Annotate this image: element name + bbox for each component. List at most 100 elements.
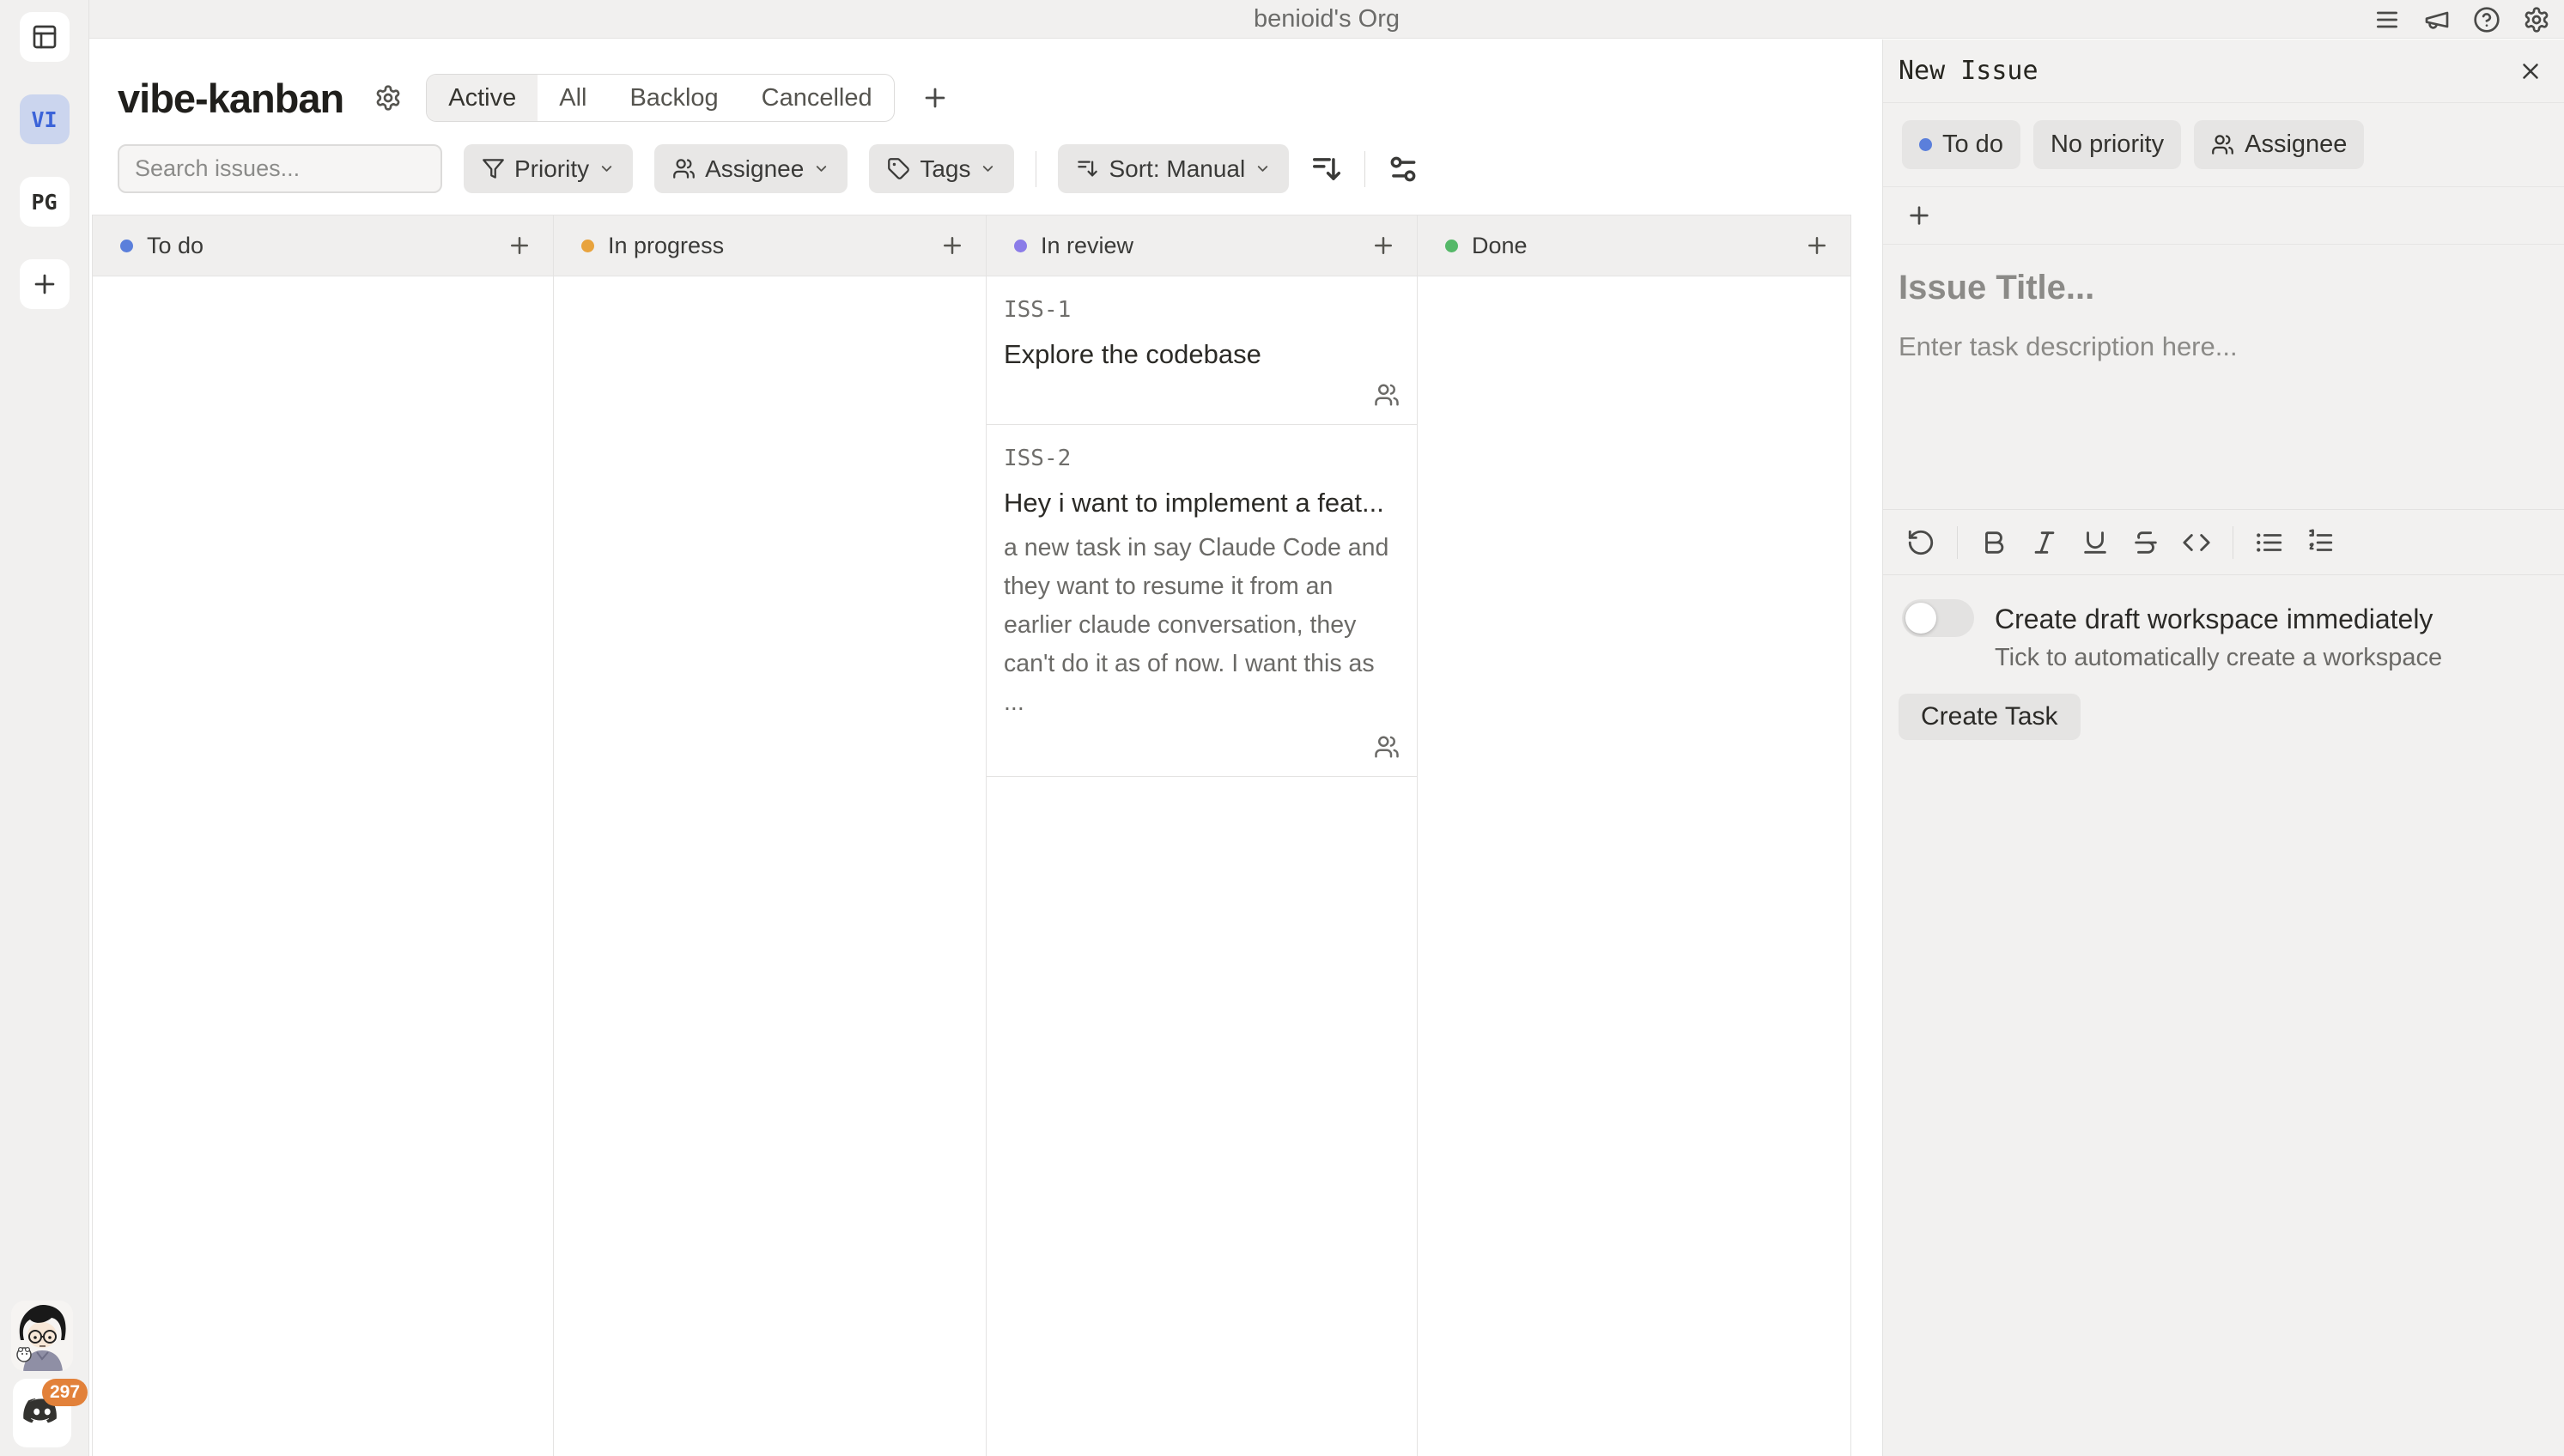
- layout-panel-icon[interactable]: [20, 12, 70, 62]
- status-chip-label: To do: [1942, 130, 2003, 159]
- italic-icon[interactable]: [2030, 528, 2059, 557]
- toggle-help-text: Tick to automatically create a workspace: [1995, 644, 2442, 672]
- code-icon[interactable]: [2182, 528, 2211, 557]
- status-dot: [1919, 138, 1932, 151]
- column-name: In review: [1041, 233, 1133, 259]
- add-card-button[interactable]: [1804, 233, 1830, 258]
- status-chip[interactable]: To do: [1902, 120, 2020, 169]
- column-header: Done: [1418, 215, 1850, 276]
- chevron-down-icon: [1255, 161, 1271, 177]
- sidebar-add-workspace-button[interactable]: [20, 259, 70, 309]
- sort-descending-icon[interactable]: [1310, 153, 1343, 185]
- sidebar-workspace-pg[interactable]: PG: [20, 177, 70, 227]
- underline-icon[interactable]: [2081, 528, 2110, 557]
- issue-title: Explore the codebase: [1004, 339, 1400, 370]
- bold-icon[interactable]: [1979, 528, 2008, 557]
- column-in-progress: In progress: [554, 215, 987, 1456]
- assignee-chip-label: Assignee: [2245, 130, 2347, 159]
- user-avatar[interactable]: [11, 1301, 73, 1371]
- sort-label: Sort: Manual: [1109, 155, 1245, 183]
- editor-toolbar: [1883, 509, 2564, 575]
- settings-gear-icon[interactable]: [2523, 6, 2550, 33]
- issue-card-iss-2[interactable]: ISS-2 Hey i want to implement a feat... …: [987, 425, 1417, 777]
- tab-cancelled[interactable]: Cancelled: [740, 75, 894, 121]
- assignees-users-icon[interactable]: [1374, 382, 1400, 408]
- tags-filter-label: Tags: [920, 155, 970, 183]
- numbered-list-icon[interactable]: [2306, 528, 2335, 557]
- megaphone-icon[interactable]: [2423, 6, 2451, 33]
- column-body: [93, 276, 553, 1456]
- org-title: benioid's Org: [89, 0, 2564, 39]
- undo-icon[interactable]: [1906, 528, 1935, 557]
- add-card-button[interactable]: [507, 233, 532, 258]
- issue-id: ISS-1: [1004, 297, 1400, 323]
- priority-chip[interactable]: No priority: [2033, 120, 2181, 169]
- app-root: benioid's Org VI PG: [0, 0, 2564, 1456]
- chevron-down-icon: [980, 161, 996, 177]
- sidebar: VI PG: [0, 0, 89, 1456]
- sort-lines-icon: [1076, 157, 1099, 180]
- filter-toolbar: Priority Assignee Tags: [118, 144, 1882, 193]
- toggle-label: Create draft workspace immediately: [1995, 604, 2433, 635]
- issue-property-chips: To do No priority Assignee: [1883, 103, 2564, 187]
- menu-icon[interactable]: [2373, 6, 2401, 33]
- create-task-button[interactable]: Create Task: [1899, 694, 2081, 740]
- chevron-down-icon: [813, 161, 829, 177]
- assignee-filter-button[interactable]: Assignee: [654, 144, 848, 193]
- toggle-knob: [1905, 603, 1936, 634]
- topbar: benioid's Org: [89, 0, 2564, 39]
- close-icon[interactable]: [2518, 58, 2543, 84]
- tag-icon: [887, 157, 910, 180]
- status-dot: [120, 240, 133, 252]
- column-header: In review: [987, 215, 1417, 276]
- tags-filter-button[interactable]: Tags: [869, 144, 1014, 193]
- issue-description-input[interactable]: Enter task description here...: [1899, 331, 2549, 362]
- issue-description: a new task in say Claude Code and they w…: [1004, 529, 1400, 722]
- sidebar-workspace-vi[interactable]: VI: [20, 94, 70, 144]
- assignee-filter-label: Assignee: [705, 155, 804, 183]
- status-dot: [581, 240, 594, 252]
- column-name: Done: [1472, 233, 1528, 259]
- page-title: vibe-kanban: [118, 75, 343, 122]
- column-body: [1418, 276, 1850, 1456]
- draft-workspace-toggle[interactable]: [1902, 599, 1974, 637]
- tab-backlog[interactable]: Backlog: [608, 75, 739, 121]
- card-footer: [1004, 734, 1400, 760]
- issue-title-input[interactable]: Issue Title...: [1899, 269, 2549, 307]
- divider: [1364, 151, 1365, 187]
- display-settings-sliders-icon[interactable]: [1387, 153, 1419, 185]
- panel-title: New Issue: [1899, 56, 2038, 86]
- status-dot: [1014, 240, 1027, 252]
- tab-all[interactable]: All: [538, 75, 608, 121]
- priority-chip-label: No priority: [2051, 130, 2164, 159]
- column-name: In progress: [608, 233, 724, 259]
- priority-filter-button[interactable]: Priority: [464, 144, 633, 193]
- status-filter-tabs: Active All Backlog Cancelled: [426, 74, 894, 122]
- add-card-button[interactable]: [1370, 233, 1396, 258]
- bullet-list-icon[interactable]: [2255, 528, 2284, 557]
- divider: [1957, 526, 1958, 559]
- tab-active[interactable]: Active: [427, 75, 538, 121]
- users-icon: [672, 157, 696, 180]
- strikethrough-icon[interactable]: [2131, 528, 2160, 557]
- column-body: ISS-1 Explore the codebase ISS-2 Hey i w…: [987, 276, 1417, 1456]
- add-card-button[interactable]: [939, 233, 965, 258]
- project-settings-gear-icon[interactable]: [374, 84, 402, 112]
- column-done: Done: [1418, 215, 1851, 1456]
- card-footer: [1004, 382, 1400, 408]
- help-icon[interactable]: [2473, 6, 2500, 33]
- search-input[interactable]: [118, 144, 442, 193]
- board-header: vibe-kanban Active All Backlog Cancelled: [118, 74, 1882, 122]
- assignees-users-icon[interactable]: [1374, 734, 1400, 760]
- draft-workspace-toggle-row: Create draft workspace immediately: [1902, 599, 2433, 637]
- add-property-plus-icon[interactable]: [1905, 202, 1933, 229]
- kanban-board: vibe-kanban Active All Backlog Cancelled…: [89, 39, 1882, 1456]
- priority-filter-label: Priority: [514, 155, 589, 183]
- add-view-button[interactable]: [920, 83, 950, 112]
- assignee-chip[interactable]: Assignee: [2194, 120, 2364, 169]
- sort-button[interactable]: Sort: Manual: [1058, 144, 1289, 193]
- chevron-down-icon: [598, 161, 615, 177]
- issue-card-iss-1[interactable]: ISS-1 Explore the codebase: [987, 276, 1417, 425]
- column-body: [554, 276, 986, 1456]
- column-todo: To do: [93, 215, 554, 1456]
